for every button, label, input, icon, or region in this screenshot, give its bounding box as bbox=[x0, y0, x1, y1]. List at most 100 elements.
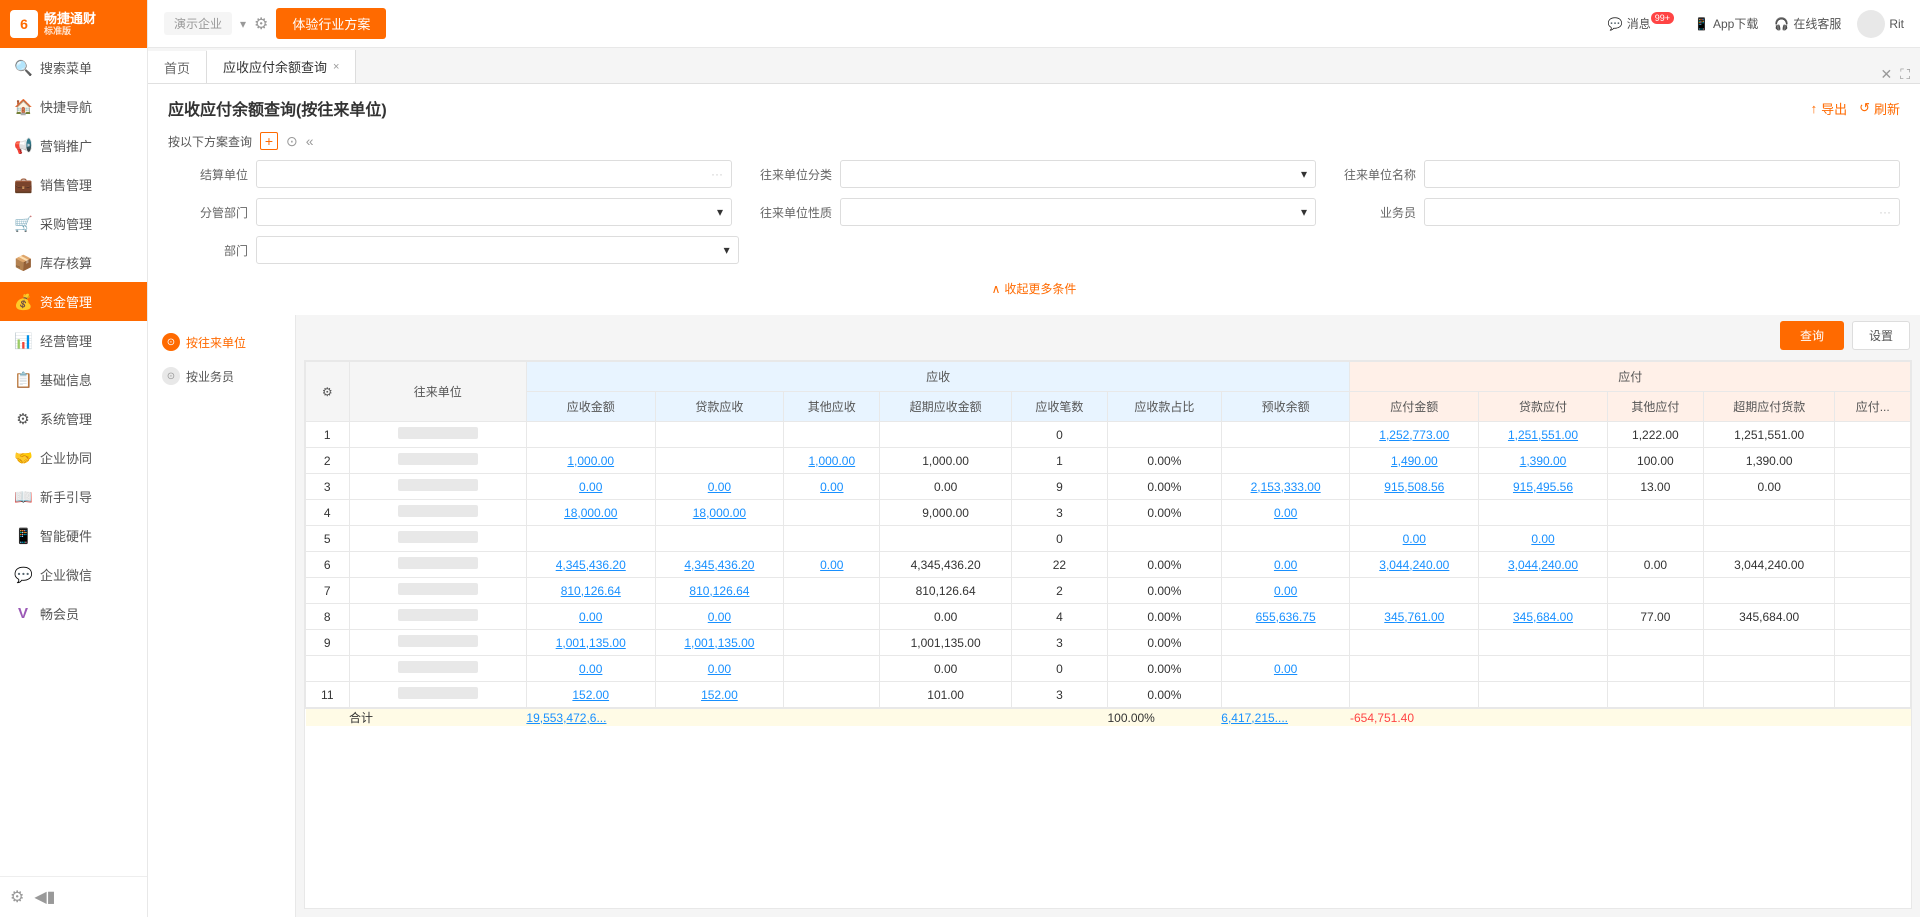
filter-wanglai-icon: ⊙ bbox=[162, 333, 180, 351]
wanglai-fenlei-dropdown[interactable]: ▾ bbox=[840, 160, 1316, 188]
field-wanglai-xingzhi-label: 往来单位性质 bbox=[752, 204, 832, 221]
table-row: 0.000.000.0000.00%0.00 bbox=[306, 656, 1911, 682]
search-row-3: 部门 ▾ bbox=[168, 236, 1900, 264]
app-logo: 6 畅捷通财 标准版 bbox=[0, 0, 147, 48]
sidebar-item-marketing[interactable]: 📢 营销推广 bbox=[0, 126, 147, 165]
sidebar-item-inventory[interactable]: 📦 库存核算 bbox=[0, 243, 147, 282]
search-add-button[interactable]: + bbox=[260, 132, 278, 150]
total-daikuan bbox=[655, 708, 784, 726]
system-icon: ⚙ bbox=[14, 410, 32, 428]
sidebar-item-label: 销售管理 bbox=[40, 175, 92, 194]
query-button[interactable]: 查询 bbox=[1780, 321, 1844, 350]
sidebar-item-wechat[interactable]: 💬 企业微信 bbox=[0, 555, 147, 594]
th-settings[interactable]: ⚙ bbox=[306, 362, 350, 422]
sidebar-item-label: 资金管理 bbox=[40, 292, 92, 311]
sidebar-item-hardware[interactable]: 📱 智能硬件 bbox=[0, 516, 147, 555]
message-label: 消息 bbox=[1627, 15, 1651, 32]
sidebar-item-label: 经营管理 bbox=[40, 331, 92, 350]
settings-footer-icon[interactable]: ⚙ bbox=[10, 887, 24, 907]
sidebar-footer: ⚙ ◀▮ bbox=[0, 876, 147, 917]
sidebar-item-label: 快捷导航 bbox=[40, 97, 92, 116]
tabs-controls: ✕ ⛶ bbox=[1880, 66, 1920, 83]
sidebar-item-basic[interactable]: 📋 基础信息 bbox=[0, 360, 147, 399]
filter-by-yewuyuan[interactable]: ⊙ 按业务员 bbox=[148, 359, 295, 393]
th-group-yingfu: 应付 bbox=[1350, 362, 1911, 392]
sidebar-item-guide[interactable]: 📖 新手引导 bbox=[0, 477, 147, 516]
sidebar-item-finance[interactable]: 💰 资金管理 bbox=[0, 282, 147, 321]
home-icon: 🏠 bbox=[14, 98, 32, 116]
company-chevron-icon[interactable]: ▾ bbox=[240, 17, 246, 31]
app-download-label: App下载 bbox=[1713, 15, 1758, 32]
close-window-icon[interactable]: ✕ bbox=[1880, 66, 1892, 83]
sidebar-item-label: 搜索菜单 bbox=[40, 58, 92, 77]
maximize-icon[interactable]: ⛶ bbox=[1900, 66, 1910, 83]
message-action[interactable]: 💬 消息 99+ bbox=[1608, 15, 1678, 32]
total-yingfu-jine: -654,751.40 bbox=[1350, 708, 1479, 726]
search-area: 按以下方案查询 + ⊙ « 结算单位 ··· 往来单位分类 bbox=[148, 120, 1920, 315]
search-label: 按以下方案查询 bbox=[168, 133, 252, 150]
online-service-action[interactable]: 🎧 在线客服 bbox=[1774, 15, 1841, 32]
th-yingshou-zhanbi: 应收款占比 bbox=[1107, 392, 1221, 422]
dropdown-chevron-icon: ▾ bbox=[1301, 167, 1307, 181]
search-scheme-settings-icon[interactable]: ⊙ bbox=[286, 133, 298, 150]
table-row: 80.000.000.0040.00%655,636.75345,761.003… bbox=[306, 604, 1911, 630]
promo-button[interactable]: 体验行业方案 bbox=[276, 8, 386, 39]
field-wanglai-name-label: 往来单位名称 bbox=[1336, 166, 1416, 183]
refresh-button[interactable]: ↺ 刷新 bbox=[1859, 99, 1900, 118]
sidebar-item-sales[interactable]: 💼 销售管理 bbox=[0, 165, 147, 204]
header-actions: 💬 消息 99+ 📱 App下载 🎧 在线客服 Rit bbox=[1608, 10, 1904, 38]
yewuyuan-input[interactable]: ··· bbox=[1424, 198, 1900, 226]
sidebar-item-operation[interactable]: 📊 经营管理 bbox=[0, 321, 147, 360]
sidebar-item-member[interactable]: V 畅会员 bbox=[0, 594, 147, 633]
export-button[interactable]: ↑ 导出 bbox=[1811, 99, 1848, 118]
wanglai-xingzhi-dropdown[interactable]: ▾ bbox=[840, 198, 1316, 226]
table-row: 30.000.000.000.0090.00%2,153,333.00915,5… bbox=[306, 474, 1911, 500]
wanglai-name-input[interactable] bbox=[1424, 160, 1900, 188]
jiesuan-input[interactable]: ··· bbox=[256, 160, 732, 188]
logo-text: 畅捷通财 标准版 bbox=[44, 11, 96, 37]
company-name: 演示企业 bbox=[164, 12, 232, 35]
collab-icon: 🤝 bbox=[14, 449, 32, 467]
fenguan-dropdown[interactable]: ▾ bbox=[256, 198, 732, 226]
total-qita bbox=[784, 708, 880, 726]
message-icon: 💬 bbox=[1608, 17, 1623, 31]
table-toolbar: 查询 设置 bbox=[296, 315, 1920, 352]
sidebar-item-collab[interactable]: 🤝 企业协同 bbox=[0, 438, 147, 477]
tab-home[interactable]: 首页 bbox=[148, 51, 207, 83]
field-fenguan: 分管部门 ▾ bbox=[168, 198, 732, 226]
bumen-chevron-icon: ▾ bbox=[724, 243, 730, 257]
main-area: 演示企业 ▾ ⚙ 体验行业方案 💬 消息 99+ 📱 App下载 🎧 在线客服 bbox=[148, 0, 1920, 917]
export-icon: ↑ bbox=[1811, 101, 1818, 116]
tab-active[interactable]: 应收应付余额查询 × bbox=[207, 50, 356, 83]
avatar-image bbox=[1857, 10, 1885, 38]
page-content: 应收应付余额查询(按往来单位) ↑ 导出 ↺ 刷新 按以下方案查询 + bbox=[148, 84, 1920, 917]
sidebar-item-search[interactable]: 🔍 搜索菜单 bbox=[0, 48, 147, 87]
search-collapse-icon[interactable]: « bbox=[306, 133, 314, 149]
table-container: ⚙ 往来单位 应收 应付 应收金额 贷款应收 其他应收 超期应收金额 bbox=[304, 360, 1912, 909]
service-icon: 🎧 bbox=[1774, 17, 1789, 31]
sidebar-item-purchase[interactable]: 🛒 采购管理 bbox=[0, 204, 147, 243]
total-label: 合计 bbox=[349, 708, 526, 726]
sidebar-item-quicknav[interactable]: 🏠 快捷导航 bbox=[0, 87, 147, 126]
sidebar-item-label: 系统管理 bbox=[40, 409, 92, 428]
sidebar-item-system[interactable]: ⚙ 系统管理 bbox=[0, 399, 147, 438]
user-avatar[interactable]: Rit bbox=[1857, 10, 1904, 38]
header-title-area: 演示企业 ▾ ⚙ 体验行业方案 bbox=[164, 8, 1596, 39]
app-download-action[interactable]: 📱 App下载 bbox=[1694, 15, 1758, 32]
field-wanglai-fenlei-label: 往来单位分类 bbox=[752, 166, 832, 183]
total-empty bbox=[306, 708, 350, 726]
tab-close-icon[interactable]: × bbox=[333, 61, 339, 73]
table-area: 查询 设置 ⚙ 往来单位 应收 应付 bbox=[296, 315, 1920, 917]
collapse-button[interactable]: ∧ 收起更多条件 bbox=[168, 274, 1900, 303]
filter-by-wanglai[interactable]: ⊙ 按往来单位 bbox=[148, 325, 295, 359]
header-gear-icon[interactable]: ⚙ bbox=[254, 14, 268, 34]
bumen-dropdown[interactable]: ▾ bbox=[256, 236, 739, 264]
table-settings-button[interactable]: 设置 bbox=[1852, 321, 1910, 350]
sidebar-item-label: 库存核算 bbox=[40, 253, 92, 272]
total-yingfu-extra bbox=[1835, 708, 1911, 726]
filter-panel: ⊙ 按往来单位 ⊙ 按业务员 bbox=[148, 315, 296, 917]
collapse-icon[interactable]: ◀▮ bbox=[34, 887, 55, 907]
total-yushou: 6,417,215.... bbox=[1221, 708, 1350, 726]
basic-icon: 📋 bbox=[14, 371, 32, 389]
sidebar: 6 畅捷通财 标准版 🔍 搜索菜单 🏠 快捷导航 📢 营销推广 💼 销售管理 bbox=[0, 0, 148, 917]
